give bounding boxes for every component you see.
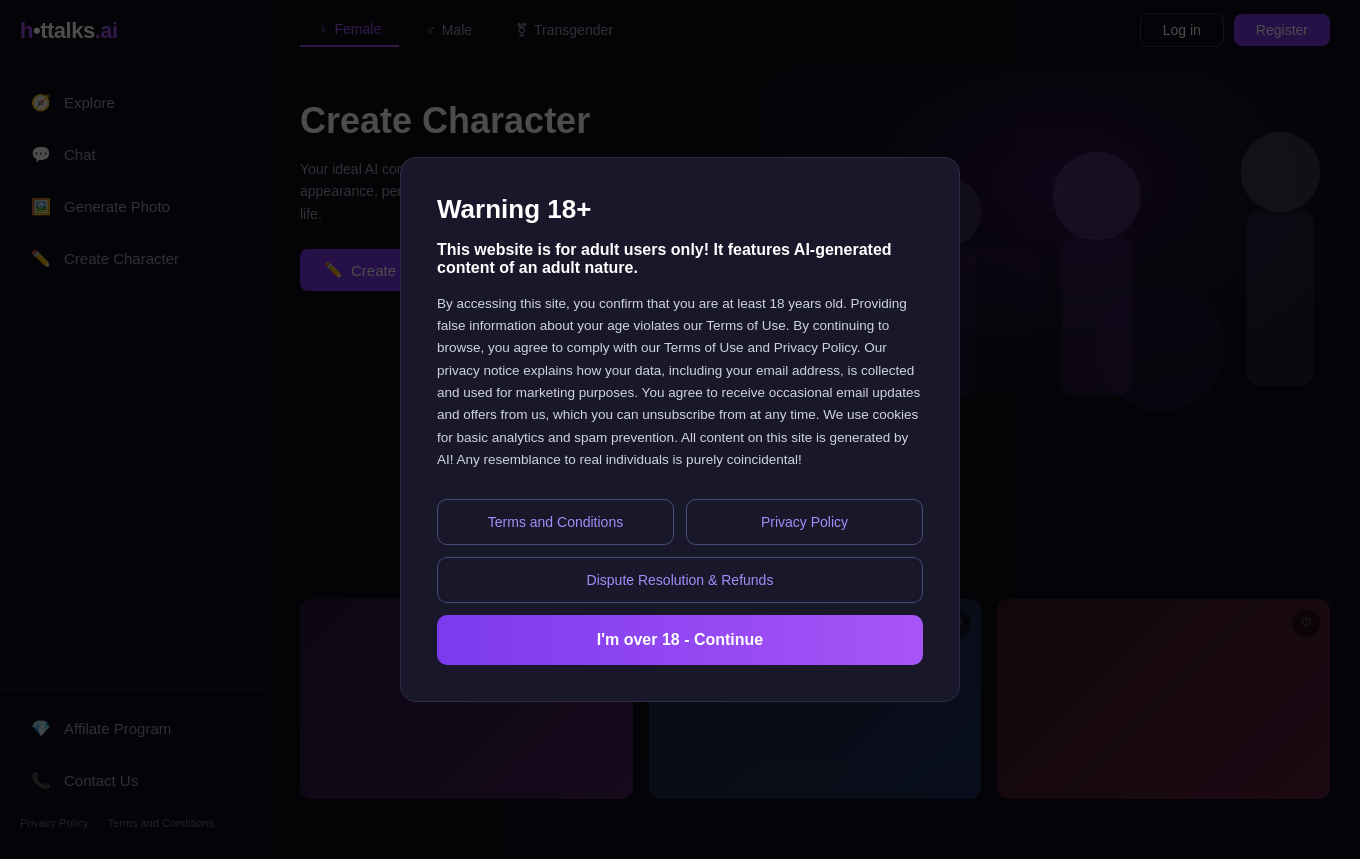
terms-conditions-button[interactable]: Terms and Conditions bbox=[437, 499, 674, 545]
warning-modal: Warning 18+ This website is for adult us… bbox=[400, 157, 960, 702]
confirm-age-button[interactable]: I'm over 18 - Continue bbox=[437, 615, 923, 665]
dispute-resolution-button[interactable]: Dispute Resolution & Refunds bbox=[437, 557, 923, 603]
modal-body: By accessing this site, you confirm that… bbox=[437, 293, 923, 471]
privacy-policy-button[interactable]: Privacy Policy bbox=[686, 499, 923, 545]
modal-links-row: Terms and Conditions Privacy Policy bbox=[437, 499, 923, 545]
modal-overlay: Warning 18+ This website is for adult us… bbox=[0, 0, 1360, 859]
modal-title: Warning 18+ bbox=[437, 194, 923, 225]
modal-subtitle: This website is for adult users only! It… bbox=[437, 241, 923, 277]
